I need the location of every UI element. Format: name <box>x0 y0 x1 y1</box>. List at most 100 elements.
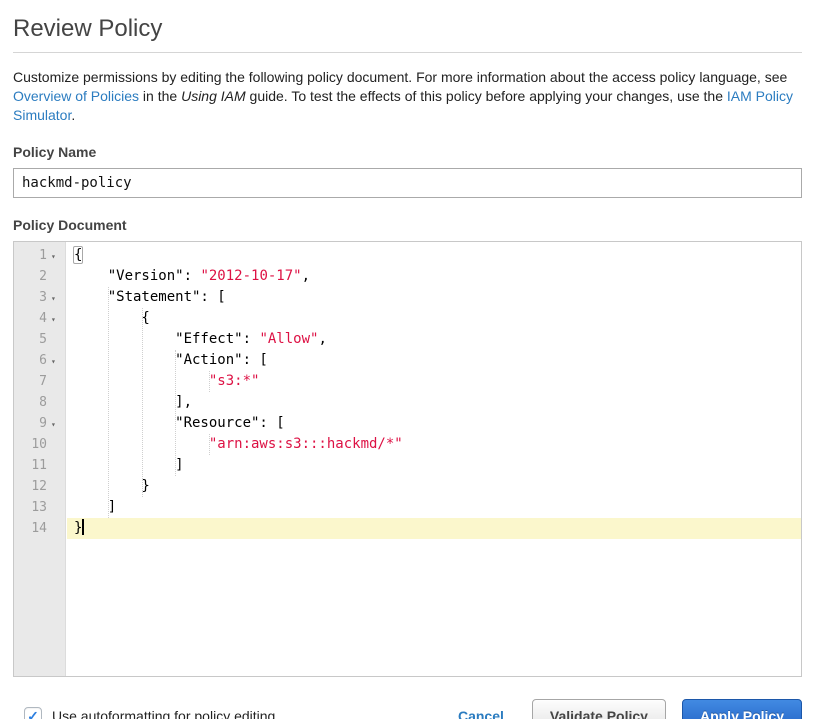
line-number: 4 <box>14 308 51 329</box>
code-line[interactable]: "arn:aws:s3:::hackmd/*" <box>67 434 801 455</box>
code-line[interactable]: "Resource": [ <box>67 413 801 434</box>
intro-part2: in the <box>139 88 181 104</box>
code-token: "Effect": <box>74 331 259 347</box>
code-token: , <box>318 331 326 347</box>
fold-spacer <box>51 276 65 278</box>
code-token: } <box>74 520 82 536</box>
fold-spacer <box>51 507 65 509</box>
code-token: , <box>302 268 310 284</box>
gutter-row: 12 <box>14 476 65 497</box>
gutter-row: 14 <box>14 518 65 539</box>
fold-spacer <box>51 339 65 341</box>
indent-guide <box>108 287 109 518</box>
intro-part4: . <box>71 107 75 123</box>
gutter-row: 13 <box>14 497 65 518</box>
review-policy-page: Review Policy Customize permissions by e… <box>0 0 814 719</box>
title-divider <box>13 52 802 53</box>
fold-toggle-icon[interactable]: ▾ <box>51 244 65 267</box>
line-number: 6 <box>14 350 51 371</box>
fold-toggle-icon[interactable]: ▾ <box>51 412 65 435</box>
code-token-string: "Allow" <box>259 331 318 347</box>
code-token: "Action": [ <box>74 352 268 368</box>
line-number: 11 <box>14 455 51 476</box>
code-line[interactable]: { <box>67 308 801 329</box>
action-buttons: Cancel Validate Policy Apply Policy <box>458 699 802 719</box>
code-line[interactable]: "Action": [ <box>67 350 801 371</box>
code-token: "Statement": [ <box>74 289 226 305</box>
autoformat-label: Use autoformatting for policy editing <box>52 708 275 719</box>
fold-spacer <box>51 444 65 446</box>
gutter-row: 5 <box>14 329 65 350</box>
code-line[interactable]: "Statement": [ <box>67 287 801 308</box>
page-title: Review Policy <box>13 15 802 43</box>
code-line[interactable]: "Version": "2012-10-17", <box>67 266 801 287</box>
fold-toggle-icon[interactable]: ▾ <box>51 286 65 309</box>
gutter-row: 6▾ <box>14 350 65 371</box>
code-token: "Version": <box>74 268 200 284</box>
gutter-row: 1▾ <box>14 245 65 266</box>
code-line[interactable]: } <box>67 518 801 539</box>
intro-text: Customize permissions by editing the fol… <box>13 68 799 125</box>
code-token: } <box>74 478 150 494</box>
policy-name-label: Policy Name <box>13 144 802 160</box>
policy-name-input[interactable] <box>13 168 802 198</box>
gutter-row: 8 <box>14 392 65 413</box>
line-number: 7 <box>14 371 51 392</box>
indent-guide <box>142 308 143 497</box>
editor-gutter: 1▾23▾4▾56▾789▾1011121314 <box>14 242 66 676</box>
line-number: 1 <box>14 245 51 266</box>
indent-guide <box>209 434 210 455</box>
fold-toggle-icon[interactable]: ▾ <box>51 349 65 372</box>
policy-document-editor[interactable]: 1▾23▾4▾56▾789▾1011121314 { "Version": "2… <box>13 241 802 677</box>
code-token: ] <box>74 457 184 473</box>
indent-guide <box>175 350 176 476</box>
line-number: 12 <box>14 476 51 497</box>
fold-spacer <box>51 465 65 467</box>
fold-spacer <box>51 381 65 383</box>
using-iam-guide-name: Using IAM <box>181 88 246 104</box>
cancel-link[interactable]: Cancel <box>458 708 504 719</box>
overview-of-policies-link[interactable]: Overview of Policies <box>13 88 139 104</box>
line-number: 9 <box>14 413 51 434</box>
validate-policy-button[interactable]: Validate Policy <box>532 699 666 719</box>
fold-spacer <box>51 402 65 404</box>
code-token: ] <box>74 499 116 515</box>
gutter-row: 2 <box>14 266 65 287</box>
gutter-row: 4▾ <box>14 308 65 329</box>
code-line[interactable]: { <box>67 245 801 266</box>
line-number: 2 <box>14 266 51 287</box>
code-token: { <box>74 310 150 326</box>
code-token-string: "arn:aws:s3:::hackmd/*" <box>209 436 403 452</box>
indent-guide <box>209 371 210 392</box>
line-number: 10 <box>14 434 51 455</box>
intro-part3: guide. To test the effects of this polic… <box>246 88 727 104</box>
gutter-row: 10 <box>14 434 65 455</box>
checkmark-icon: ✓ <box>27 708 39 719</box>
fold-spacer <box>51 486 65 488</box>
autoformat-option: ✓ Use autoformatting for policy editing <box>13 707 275 719</box>
policy-document-label: Policy Document <box>13 217 802 233</box>
code-line[interactable]: ], <box>67 392 801 413</box>
code-line[interactable]: ] <box>67 497 801 518</box>
gutter-row: 7 <box>14 371 65 392</box>
fold-toggle-icon[interactable]: ▾ <box>51 307 65 330</box>
line-number: 5 <box>14 329 51 350</box>
code-line[interactable]: } <box>67 476 801 497</box>
gutter-row: 11 <box>14 455 65 476</box>
editor-code[interactable]: { "Version": "2012-10-17", "Statement": … <box>67 242 801 676</box>
line-number: 8 <box>14 392 51 413</box>
gutter-row: 9▾ <box>14 413 65 434</box>
text-cursor <box>82 519 84 535</box>
code-token-string: "2012-10-17" <box>200 268 301 284</box>
fold-spacer <box>51 528 65 530</box>
code-token: "Resource": [ <box>74 415 285 431</box>
code-token-string: "s3:*" <box>209 373 260 389</box>
code-line[interactable]: ] <box>67 455 801 476</box>
line-number: 13 <box>14 497 51 518</box>
footer-bar: ✓ Use autoformatting for policy editing … <box>13 699 802 719</box>
code-line[interactable]: "Effect": "Allow", <box>67 329 801 350</box>
gutter-row: 3▾ <box>14 287 65 308</box>
code-line[interactable]: "s3:*" <box>67 371 801 392</box>
apply-policy-button[interactable]: Apply Policy <box>682 699 802 719</box>
autoformat-checkbox[interactable]: ✓ <box>24 707 42 719</box>
